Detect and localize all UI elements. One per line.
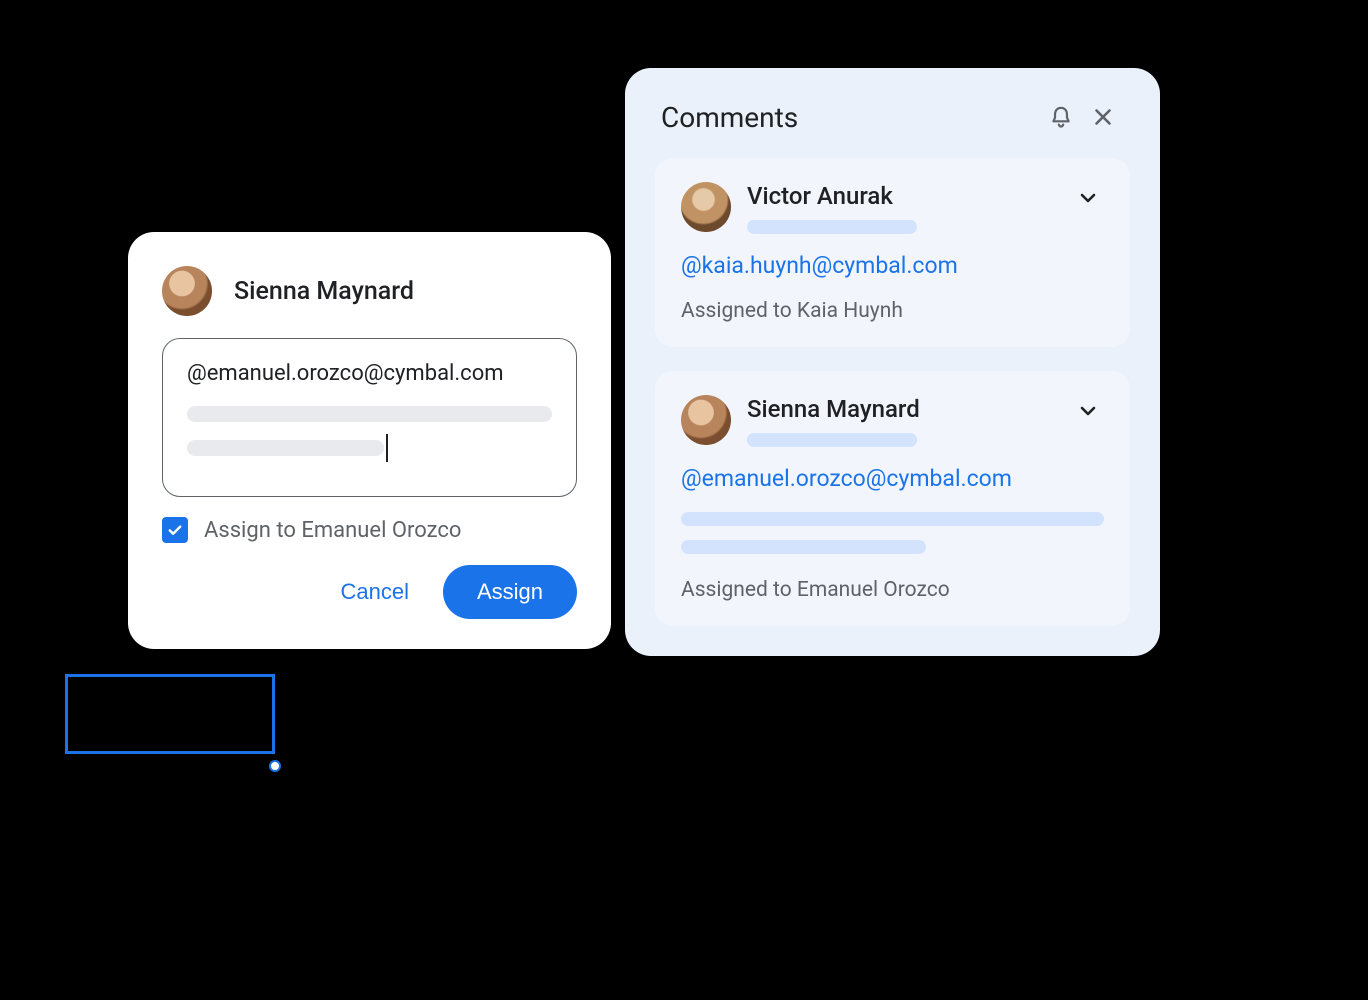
comment-textarea[interactable]: @emanuel.orozco@cymbal.com: [162, 338, 577, 497]
compose-author-name: Sienna Maynard: [234, 277, 414, 306]
comment-compose-card: Sienna Maynard @emanuel.orozco@cymbal.co…: [128, 232, 611, 649]
chevron-down-icon: [1076, 399, 1100, 423]
selection-handle[interactable]: [269, 760, 281, 772]
comment-body-placeholder: [681, 512, 1104, 526]
avatar: [162, 266, 212, 316]
comment-author-name: Sienna Maynard: [747, 395, 1056, 423]
expand-button[interactable]: [1072, 182, 1104, 218]
assigned-to-label: Assigned to Emanuel Orozco: [681, 578, 1104, 602]
compose-header: Sienna Maynard: [162, 266, 577, 316]
comment-meta-placeholder: [747, 220, 917, 234]
expand-button[interactable]: [1072, 395, 1104, 431]
bell-icon: [1048, 104, 1074, 130]
comments-panel: Comments Victor Anurak @kaia.huynh@cymba…: [625, 68, 1160, 656]
text-placeholder-line: [187, 406, 552, 422]
assign-button[interactable]: Assign: [443, 565, 577, 619]
text-placeholder-line: [187, 440, 384, 456]
avatar: [681, 182, 731, 232]
comment-mention[interactable]: @emanuel.orozco@cymbal.com: [681, 465, 1104, 492]
close-button[interactable]: [1082, 96, 1124, 138]
comment-card[interactable]: Sienna Maynard @emanuel.orozco@cymbal.co…: [655, 371, 1130, 626]
mention-chip: @emanuel.orozco@cymbal.com: [187, 361, 552, 386]
assign-label: Assign to Emanuel Orozco: [204, 518, 461, 543]
comment-header: Victor Anurak: [681, 182, 1104, 234]
comment-header: Sienna Maynard: [681, 395, 1104, 447]
text-caret: [386, 434, 388, 462]
button-row: Cancel Assign: [162, 565, 577, 619]
assign-row: Assign to Emanuel Orozco: [162, 517, 577, 543]
cancel-button[interactable]: Cancel: [314, 567, 434, 617]
notifications-button[interactable]: [1040, 96, 1082, 138]
comment-body-placeholder: [681, 540, 926, 554]
panel-header: Comments: [655, 96, 1130, 138]
comment-author-name: Victor Anurak: [747, 182, 1056, 210]
panel-title: Comments: [661, 101, 1040, 134]
close-icon: [1090, 104, 1116, 130]
assign-checkbox[interactable]: [162, 517, 188, 543]
comment-meta-placeholder: [747, 433, 917, 447]
comment-card[interactable]: Victor Anurak @kaia.huynh@cymbal.com Ass…: [655, 158, 1130, 347]
avatar: [681, 395, 731, 445]
cell-selection-outline: [65, 674, 275, 754]
check-icon: [166, 521, 184, 539]
assigned-to-label: Assigned to Kaia Huynh: [681, 299, 1104, 323]
comment-mention[interactable]: @kaia.huynh@cymbal.com: [681, 252, 1104, 279]
chevron-down-icon: [1076, 186, 1100, 210]
